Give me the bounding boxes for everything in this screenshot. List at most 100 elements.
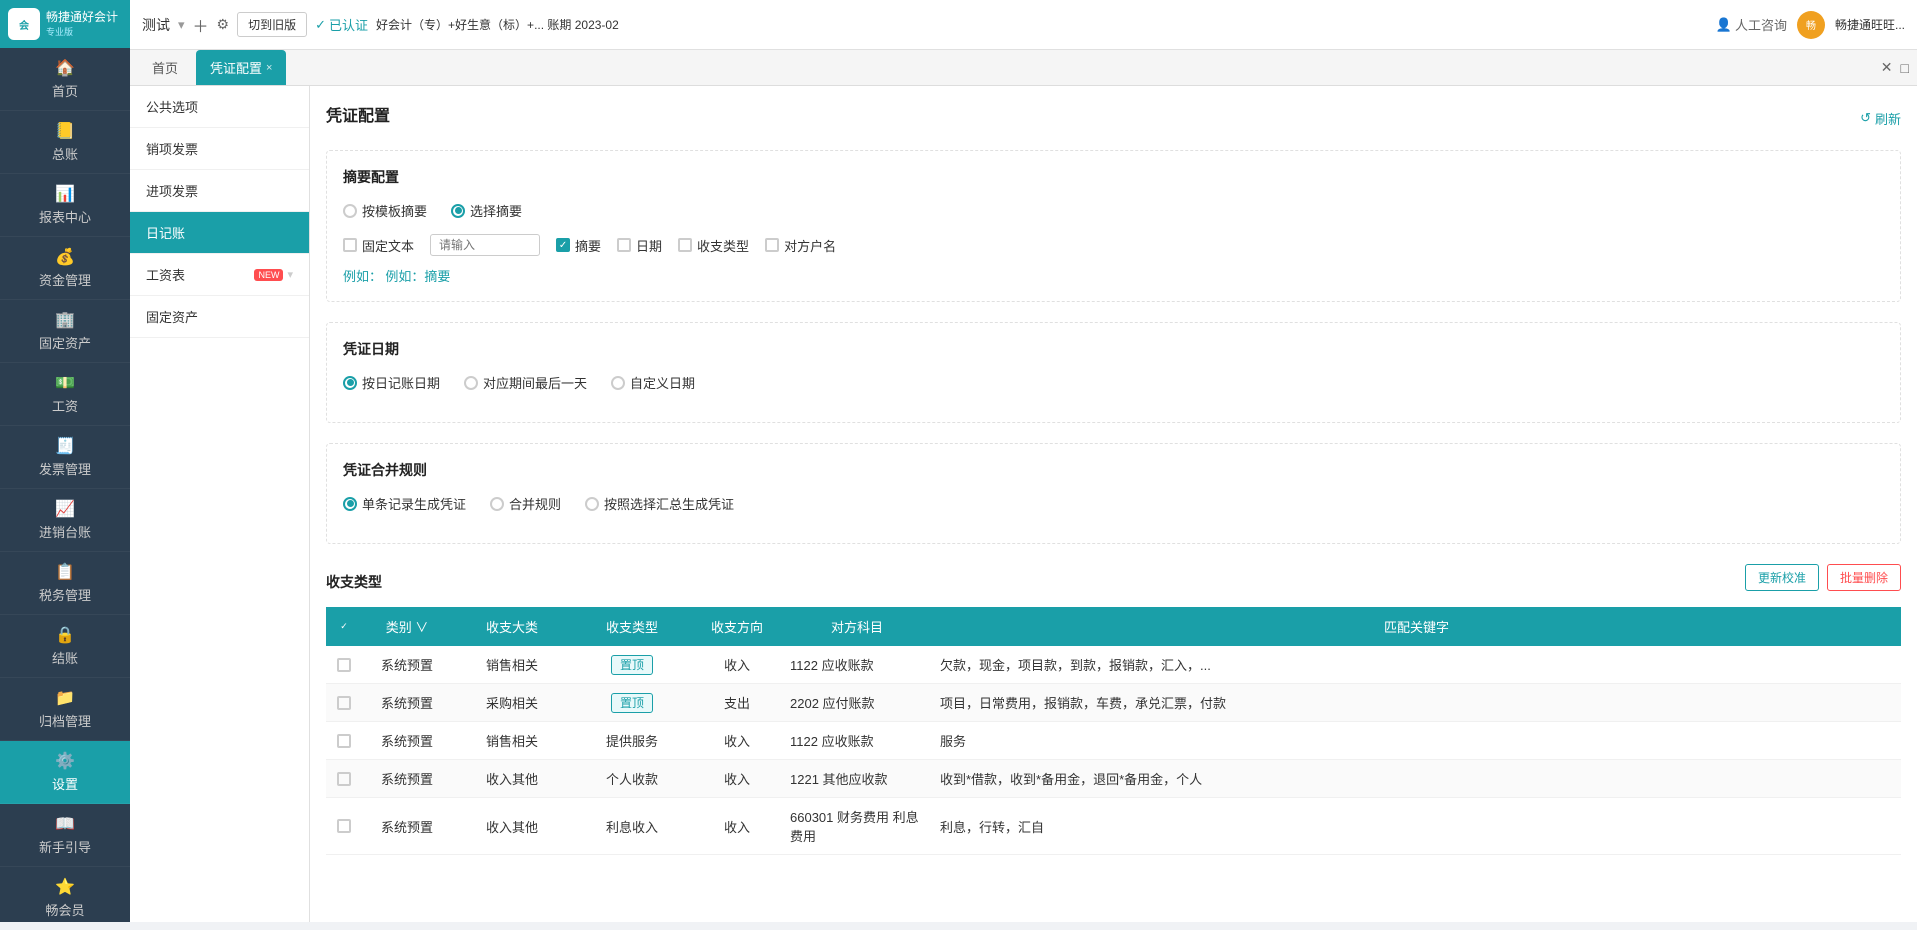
row-checkbox-cell[interactable] xyxy=(326,760,362,798)
table-row: 系统预置 销售相关 提供服务 收入 1122 应收账款 服务 xyxy=(326,722,1901,760)
th-category[interactable]: 类别 ∨ xyxy=(362,607,452,646)
refresh-button[interactable]: ↺ 刷新 xyxy=(1860,109,1901,128)
batch-delete-button[interactable]: 批量删除 xyxy=(1827,564,1901,591)
sidebar-item-settings[interactable]: ⚙️ 设置 xyxy=(0,741,130,804)
sidebar-item-tax-label: 税务管理 xyxy=(39,585,91,604)
sidebar-item-archive[interactable]: 📁 归档管理 xyxy=(0,678,130,741)
summary-select-radio-indicator xyxy=(451,204,465,218)
nav-item-public[interactable]: 公共选项 xyxy=(130,86,309,128)
sidebar-item-ledger-label: 总账 xyxy=(52,144,78,163)
sidebar-item-member-label: 畅会员 xyxy=(45,900,84,919)
date-checkbox xyxy=(617,238,631,252)
switch-version-button[interactable]: 切到旧版 xyxy=(237,12,307,37)
checkbox-summary[interactable]: ✓ 摘要 xyxy=(556,236,601,255)
tabbar-maximize-icon[interactable]: □ xyxy=(1901,60,1909,76)
row-subtype-2: 提供服务 xyxy=(572,722,692,760)
service-button[interactable]: 👤 人工咨询 xyxy=(1716,15,1787,34)
row-checkbox-3[interactable] xyxy=(337,772,351,786)
sidebar-item-sales-label: 进销台账 xyxy=(39,522,91,541)
sidebar-item-fund[interactable]: 💰 资金管理 xyxy=(0,237,130,300)
close-account-icon: 🔒 xyxy=(55,625,75,645)
sidebar-item-sales[interactable]: 📈 进销台账 xyxy=(0,489,130,552)
date-radio-period-last[interactable]: 对应期间最后一天 xyxy=(464,373,587,392)
logo-text-block: 畅捷通好会计 专业版 xyxy=(46,10,118,39)
sidebar-item-report[interactable]: 📊 报表中心 xyxy=(0,174,130,237)
th-direction: 收支方向 xyxy=(692,607,782,646)
reset-tag-0[interactable]: 置顶 xyxy=(611,655,653,675)
ledger-icon: 📒 xyxy=(55,121,75,141)
sidebar-item-member[interactable]: ⭐ 畅会员 xyxy=(0,867,130,930)
tab-close-icon[interactable]: × xyxy=(266,62,272,74)
topbar-arrow-icon[interactable]: ▾ xyxy=(178,17,185,33)
tabbar: 首页 凭证配置 × ✕ □ xyxy=(130,50,1917,86)
sidebar: 会 畅捷通好会计 专业版 🏠 首页 📒 总账 📊 报表中心 💰 资金管理 🏢 固… xyxy=(0,0,130,922)
nav-item-purchase-invoice[interactable]: 进项发票 xyxy=(130,170,309,212)
date-period-last-label: 对应期间最后一天 xyxy=(483,373,587,392)
add-book-icon[interactable]: ＋ xyxy=(193,13,209,37)
report-icon: 📊 xyxy=(55,184,75,204)
th-keyword: 匹配关键字 xyxy=(932,607,1901,646)
tab-voucher-config[interactable]: 凭证配置 × xyxy=(196,50,286,85)
merge-radio-summary[interactable]: 按照选择汇总生成凭证 xyxy=(585,494,734,513)
topbar: 测试 ▾ ＋ ⚙ 切到旧版 ✓ 已认证 好会计（专）+好生意（标）+... 账期… xyxy=(130,0,1917,50)
nav-item-fixed-assets[interactable]: 固定资产 xyxy=(130,296,309,338)
check-icon: ✓ xyxy=(315,17,326,33)
refresh-icon: ↺ xyxy=(1860,110,1871,126)
row-bigtype-1: 采购相关 xyxy=(452,684,572,722)
date-journal-radio xyxy=(343,376,357,390)
row-checkbox-cell[interactable] xyxy=(326,684,362,722)
sidebar-item-invoice[interactable]: 🧾 发票管理 xyxy=(0,426,130,489)
sidebar-item-home[interactable]: 🏠 首页 xyxy=(0,48,130,111)
sidebar-item-salary[interactable]: 💵 工资 xyxy=(0,363,130,426)
row-checkbox-2[interactable] xyxy=(337,734,351,748)
fixed-text-input[interactable] xyxy=(430,234,540,256)
date-period-last-radio xyxy=(464,376,478,390)
sidebar-item-tax[interactable]: 📋 税务管理 xyxy=(0,552,130,615)
nav-item-journal[interactable]: 日记账 xyxy=(130,212,309,254)
reset-tag-1[interactable]: 置顶 xyxy=(611,693,653,713)
nav-item-fixed-assets-label: 固定资产 xyxy=(146,307,198,326)
sidebar-item-ledger[interactable]: 📒 总账 xyxy=(0,111,130,174)
row-checkbox-cell[interactable] xyxy=(326,722,362,760)
update-calibrate-button[interactable]: 更新校准 xyxy=(1745,564,1819,591)
checkbox-fixed-text[interactable]: 固定文本 xyxy=(343,236,414,255)
sidebar-item-fund-label: 资金管理 xyxy=(39,270,91,289)
date-custom-label: 自定义日期 xyxy=(630,373,695,392)
tabbar-close-icon[interactable]: ✕ xyxy=(1881,59,1893,76)
th-checkbox[interactable]: ✓ xyxy=(326,607,362,646)
guide-icon: 📖 xyxy=(55,814,75,834)
row-checkbox-0[interactable] xyxy=(337,658,351,672)
sidebar-item-guide[interactable]: 📖 新手引导 xyxy=(0,804,130,867)
date-radio-journal[interactable]: 按日记账日期 xyxy=(343,373,440,392)
summary-radio-select[interactable]: 选择摘要 xyxy=(451,201,522,220)
nav-item-sales-invoice[interactable]: 销项发票 xyxy=(130,128,309,170)
summary-radio-template[interactable]: 按模板摘要 xyxy=(343,201,427,220)
sidebar-item-report-label: 报表中心 xyxy=(39,207,91,226)
checkbox-expense-type[interactable]: 收支类型 xyxy=(678,236,749,255)
service-label: 人工咨询 xyxy=(1735,15,1787,34)
date-radio-custom[interactable]: 自定义日期 xyxy=(611,373,695,392)
checkbox-counterpart-name[interactable]: 对方户名 xyxy=(765,236,836,255)
merge-radio-single[interactable]: 单条记录生成凭证 xyxy=(343,494,466,513)
row-checkbox-1[interactable] xyxy=(337,696,351,710)
nav-item-payroll[interactable]: 工资表 NEW ▾ xyxy=(130,254,309,296)
merge-radio-rule[interactable]: 合并规则 xyxy=(490,494,561,513)
merge-summary-radio xyxy=(585,497,599,511)
row-checkbox-cell[interactable] xyxy=(326,646,362,684)
th-big-type: 收支大类 xyxy=(452,607,572,646)
tab-home[interactable]: 首页 xyxy=(138,50,192,85)
topbar-gear-icon[interactable]: ⚙ xyxy=(217,16,230,33)
username[interactable]: 畅捷通旺旺... xyxy=(1835,16,1905,33)
row-account-2: 1122 应收账款 xyxy=(782,722,932,760)
checkbox-date[interactable]: 日期 xyxy=(617,236,662,255)
row-category-2: 系统预置 xyxy=(362,722,452,760)
page-main: 凭证配置 ↺ 刷新 摘要配置 按模板摘要 选择摘要 xyxy=(310,86,1917,922)
summary-checkbox-label: 摘要 xyxy=(575,236,601,255)
sidebar-item-close[interactable]: 🔒 结账 xyxy=(0,615,130,678)
nav-item-journal-label: 日记账 xyxy=(146,223,185,242)
nav-panel: 公共选项 销项发票 进项发票 日记账 工资表 NEW ▾ 固定资产 xyxy=(130,86,310,922)
sidebar-item-asset[interactable]: 🏢 固定资产 xyxy=(0,300,130,363)
select-all-checkbox[interactable]: ✓ xyxy=(338,620,351,633)
row-checkbox-cell[interactable] xyxy=(326,798,362,855)
row-checkbox-4[interactable] xyxy=(337,819,351,833)
